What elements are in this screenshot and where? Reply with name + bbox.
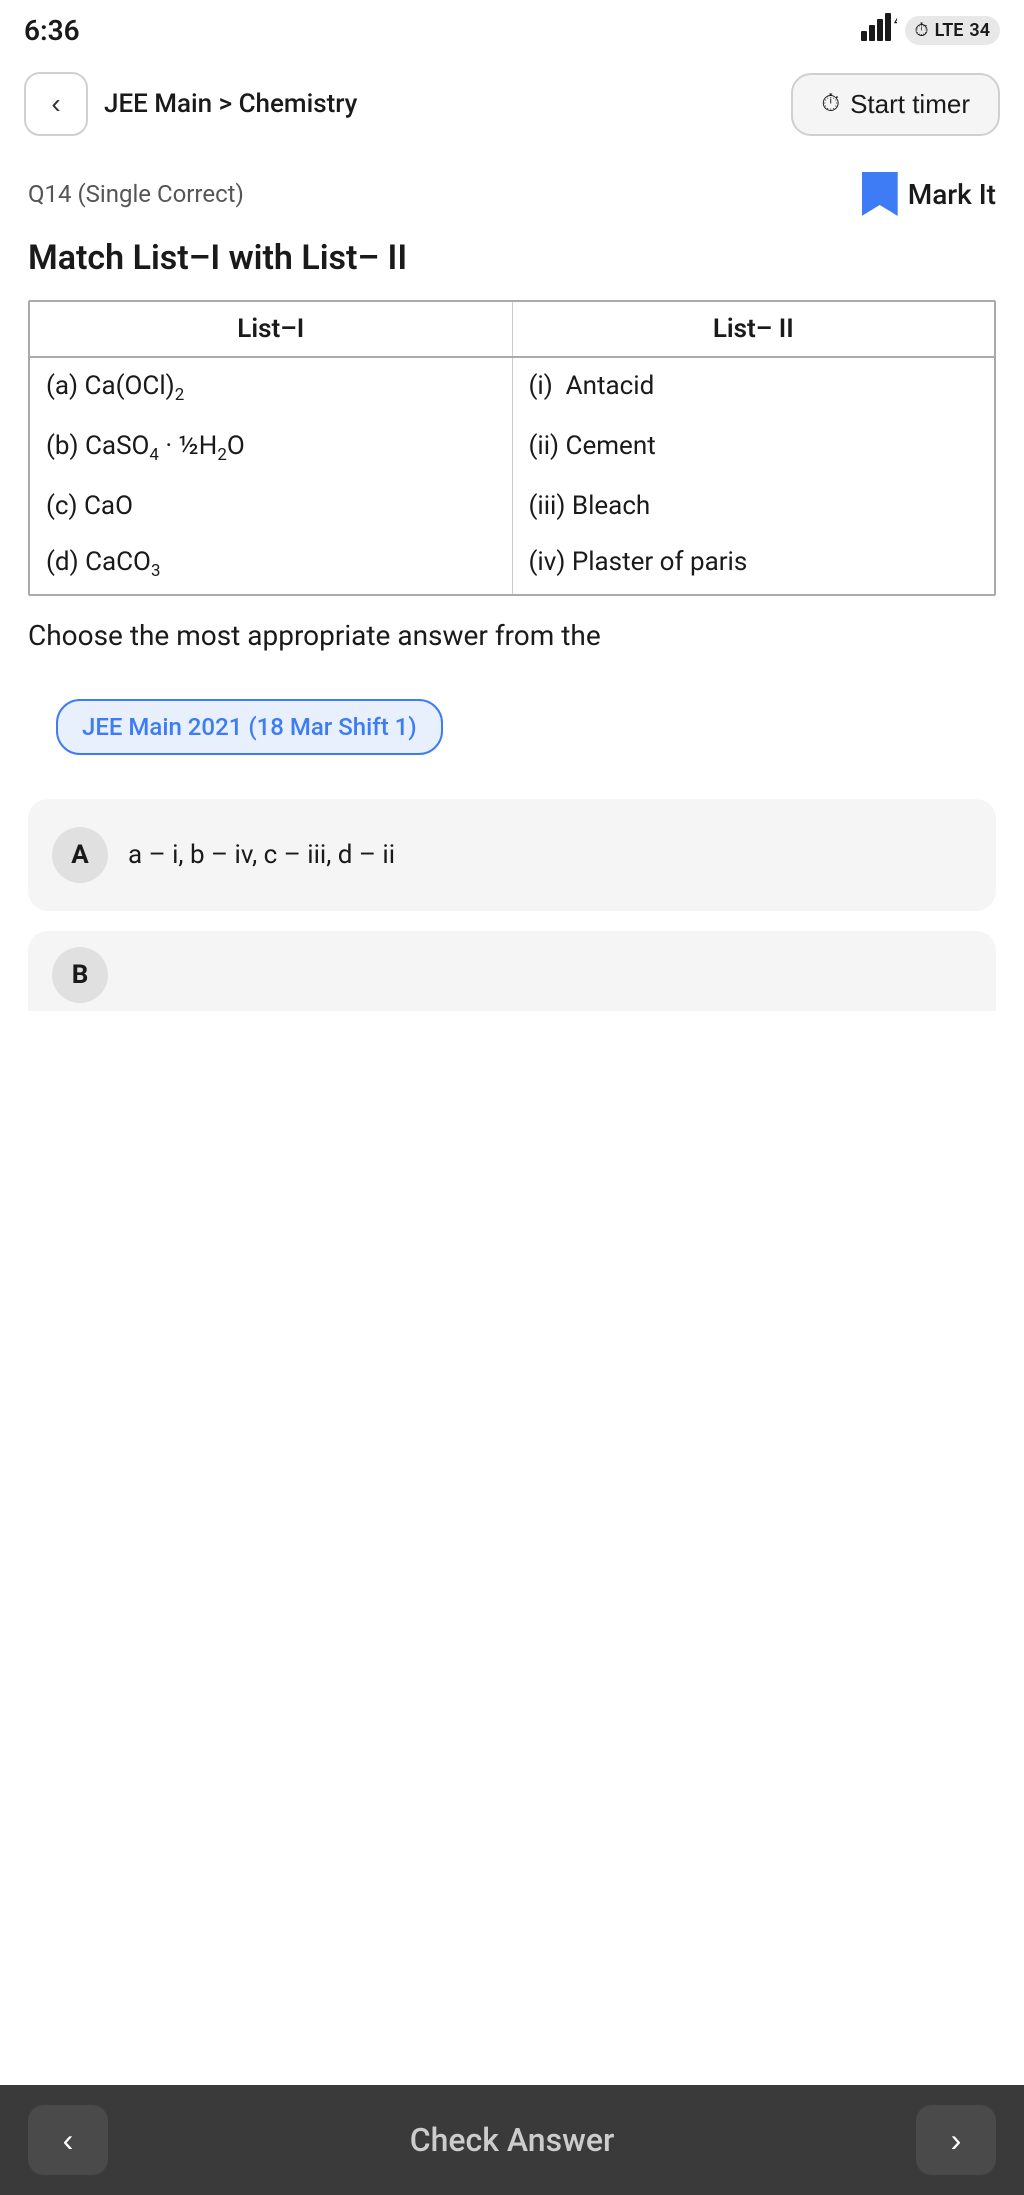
timer-icon: ⏱ <box>821 90 840 118</box>
table-row-b: (b) CaSO4 · ½H2O (ii) Cement <box>30 418 994 478</box>
match-table: List–I List– II (a) Ca(OCl)2 (i) Antacid… <box>28 300 996 596</box>
question-label: Q14 (Single Correct) <box>28 180 244 208</box>
option-a-card[interactable]: A a – i, b – iv, c – iii, d – ii <box>28 799 996 911</box>
battery-level: 34 <box>969 20 990 41</box>
option-b-badge: B <box>52 947 108 1003</box>
table-header-row: List–I List– II <box>30 302 994 358</box>
bookmark-icon <box>862 172 898 216</box>
start-timer-button[interactable]: ⏱ Start timer <box>791 73 1000 136</box>
mark-it-label: Mark It <box>908 178 996 211</box>
cell-b-left: (b) CaSO4 · ½H2O <box>30 418 513 478</box>
status-icons: 4G ⏱ LTE 34 <box>861 13 1000 47</box>
col2-header: List– II <box>513 302 995 356</box>
bottom-bar: ‹ Check Answer › <box>0 2085 1024 2195</box>
svg-text:4G: 4G <box>894 15 897 28</box>
table-row-c: (c) CaO (iii) Bleach <box>30 478 994 534</box>
cell-b-right: (ii) Cement <box>513 418 995 478</box>
back-button[interactable]: ‹ <box>24 72 88 136</box>
cell-d-right: (iv) Plaster of paris <box>513 534 995 594</box>
question-header: Q14 (Single Correct) Mark It <box>0 152 1024 228</box>
signal-icon: 4G <box>861 13 897 47</box>
prev-icon: ‹ <box>63 2122 74 2159</box>
back-icon: ‹ <box>51 88 60 120</box>
status-bar: 6:36 4G ⏱ LTE 34 <box>0 0 1024 56</box>
question-text-below: Choose the most appropriate answer from … <box>0 596 1024 663</box>
cell-c-left: (c) CaO <box>30 478 513 534</box>
prev-button[interactable]: ‹ <box>28 2105 108 2175</box>
next-icon: › <box>951 2122 962 2159</box>
battery-container: ⏱ LTE 34 <box>905 16 1000 45</box>
lte-label: LTE <box>935 20 964 41</box>
cell-a-left: (a) Ca(OCl)2 <box>30 358 513 418</box>
tag-badge[interactable]: JEE Main 2021 (18 Mar Shift 1) <box>56 699 443 755</box>
cell-a-right: (i) Antacid <box>513 358 995 418</box>
status-time: 6:36 <box>24 14 80 47</box>
breadcrumb: JEE Main > Chemistry <box>104 89 775 119</box>
cell-d-left: (d) CaCO3 <box>30 534 513 594</box>
start-timer-label: Start timer <box>850 89 970 120</box>
clock-icon: ⏱ <box>915 20 929 41</box>
options-container: A a – i, b – iv, c – iii, d – ii <box>0 779 1024 931</box>
option-b-card-partial[interactable]: B <box>28 931 996 1011</box>
cell-c-right: (iii) Bleach <box>513 478 995 534</box>
next-button[interactable]: › <box>916 2105 996 2175</box>
option-a-text: a – i, b – iv, c – iii, d – ii <box>128 837 395 873</box>
table-row-d: (d) CaCO3 (iv) Plaster of paris <box>30 534 994 594</box>
question-title: Match List–I with List– II <box>0 228 1024 300</box>
table-row-a: (a) Ca(OCl)2 (i) Antacid <box>30 358 994 418</box>
header-nav: ‹ JEE Main > Chemistry ⏱ Start timer <box>0 56 1024 152</box>
check-answer-label: Check Answer <box>410 2121 615 2159</box>
option-a-badge: A <box>52 827 108 883</box>
mark-it-button[interactable]: Mark It <box>862 172 996 216</box>
col1-header: List–I <box>30 302 513 356</box>
